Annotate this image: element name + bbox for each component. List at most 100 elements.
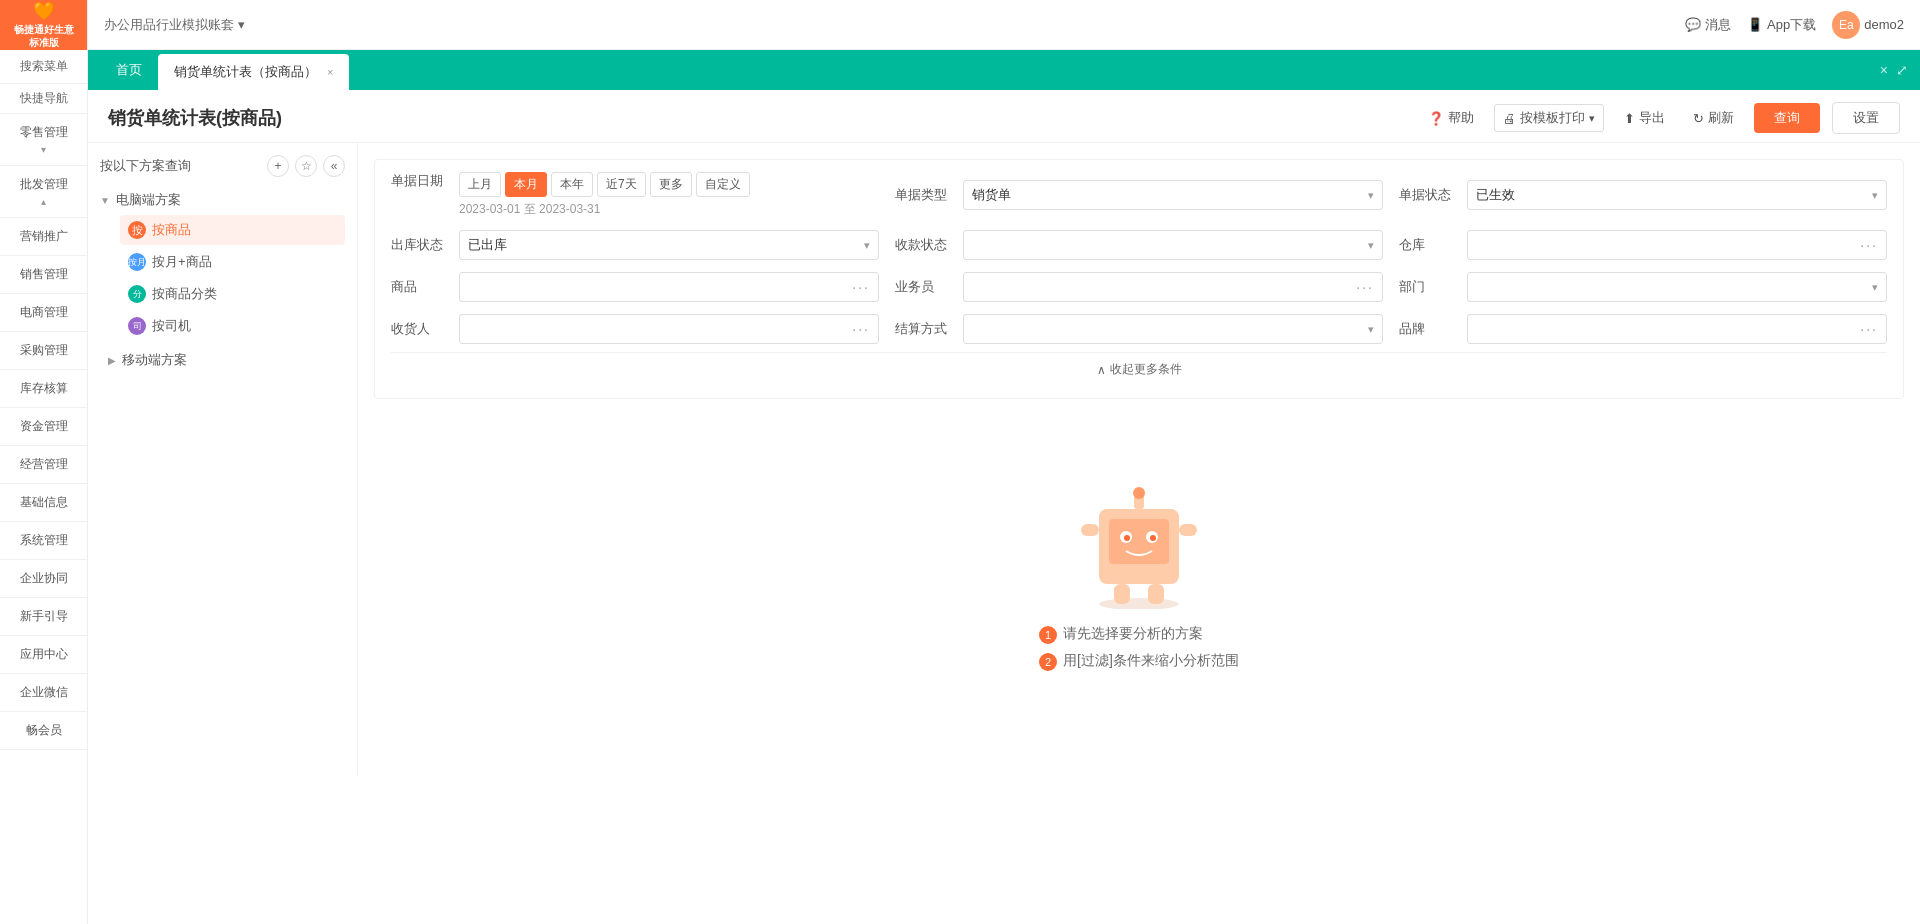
sidebar-item-marketing[interactable]: 营销推广	[0, 218, 87, 256]
child-icon-cashier: 司	[128, 317, 146, 335]
app-download-label: App下载	[1767, 16, 1816, 34]
tree-child-by-cashier[interactable]: 司 按司机	[120, 311, 345, 341]
message-action[interactable]: 💬 消息	[1685, 16, 1731, 34]
filter-brand: 品牌 ···	[1399, 314, 1887, 344]
collapse-btn[interactable]: ∧ 收起更多条件	[1097, 361, 1182, 378]
warehouse-dots: ···	[1860, 237, 1878, 253]
template-print-label: 按模板打印	[1520, 109, 1585, 127]
brand-select[interactable]: ···	[1467, 314, 1887, 344]
sidebar-item-appstore[interactable]: 应用中心	[0, 636, 87, 674]
tab-sales-stats-label: 销货单统计表（按商品）	[174, 63, 317, 81]
template-print-btn[interactable]: 🖨 按模板打印 ▾	[1494, 104, 1604, 132]
topbar-actions: 💬 消息 📱 App下载 Ea demo2	[1685, 11, 1904, 39]
sidebar-item-finance[interactable]: 资金管理	[0, 408, 87, 446]
payment-select[interactable]: ▾	[963, 314, 1383, 344]
doc-status-value: 已生效	[1476, 186, 1515, 204]
sidebar-item-purchase[interactable]: 采购管理	[0, 332, 87, 370]
child-by-month-label: 按月+商品	[152, 253, 212, 271]
tab-sales-stats[interactable]: 销货单统计表（按商品） ×	[158, 54, 349, 90]
sidebar-item-system[interactable]: 系统管理	[0, 522, 87, 560]
department-arrow: ▾	[1872, 281, 1878, 294]
member-label: 畅会员	[26, 722, 62, 739]
empty-svg	[1069, 479, 1209, 609]
sidebar-item-wechat[interactable]: 企业微信	[0, 674, 87, 712]
department-label: 部门	[1399, 278, 1459, 296]
filter-row-3: 商品 ··· 业务员 ···	[391, 272, 1887, 302]
more-btn[interactable]: 更多	[650, 172, 692, 197]
maximize-btn[interactable]: ⤢	[1896, 62, 1908, 78]
add-scheme-btn[interactable]: +	[267, 155, 289, 177]
finance-label: 资金管理	[20, 418, 68, 435]
receipt-status-label: 收款状态	[895, 236, 955, 254]
tabbar: 首页 销货单统计表（按商品） × × ⤢	[88, 50, 1920, 90]
template-print-icon: 🖨	[1503, 111, 1516, 126]
this-year-btn[interactable]: 本年	[551, 172, 593, 197]
sidebar-item-member[interactable]: 畅会员	[0, 712, 87, 750]
receipt-status-select[interactable]: ▾	[963, 230, 1383, 260]
svg-point-8	[1133, 487, 1145, 499]
filter-doc-type: 单据类型 销货单 ▾	[895, 172, 1383, 218]
salesperson-select[interactable]: ···	[963, 272, 1383, 302]
settings-btn[interactable]: 设置	[1832, 102, 1900, 134]
tree-child-by-month-product[interactable]: 按月 按月+商品	[120, 247, 345, 277]
tree-child-by-product[interactable]: 按 按商品	[120, 215, 345, 245]
collapse-label: 收起更多条件	[1110, 361, 1182, 378]
department-select[interactable]: ▾	[1467, 272, 1887, 302]
product-select[interactable]: ···	[459, 272, 879, 302]
user-name: demo2	[1864, 17, 1904, 32]
sidebar-item-retail[interactable]: 零售管理 ▾	[0, 114, 87, 166]
tree-parent-pc[interactable]: ▼ 电脑端方案	[100, 185, 345, 215]
svg-point-5	[1124, 535, 1130, 541]
svg-rect-10	[1179, 524, 1197, 536]
date-label: 单据日期	[391, 172, 451, 190]
logo-text: 畅捷通好生意	[14, 24, 74, 36]
sidebar-item-operations[interactable]: 经营管理	[0, 446, 87, 484]
doc-type-select[interactable]: 销货单 ▾	[963, 180, 1383, 210]
last-month-btn[interactable]: 上月	[459, 172, 501, 197]
sidebar-item-basics[interactable]: 基础信息	[0, 484, 87, 522]
collapse-panel-btn[interactable]: «	[323, 155, 345, 177]
sidebar-item-sales[interactable]: 销售管理	[0, 256, 87, 294]
tab-home[interactable]: 首页	[100, 50, 158, 90]
custom-btn[interactable]: 自定义	[696, 172, 750, 197]
topbar-title[interactable]: 办公用品行业模拟账套 ▾	[104, 16, 245, 34]
user-action[interactable]: Ea demo2	[1832, 11, 1904, 39]
message-icon: 💬	[1685, 17, 1701, 32]
search-menu[interactable]: 搜索菜单	[0, 50, 87, 84]
sidebar-item-ecommerce[interactable]: 电商管理	[0, 294, 87, 332]
wholesale-label: 批发管理	[20, 176, 68, 193]
last7-btn[interactable]: 近7天	[597, 172, 646, 197]
filter-consignee: 收货人 ···	[391, 314, 879, 344]
filter-date: 单据日期 上月 本月 本年 近7天 更多 自定义	[391, 172, 879, 218]
sidebar: 🧡 畅捷通好生意 标准版 搜索菜单 快捷导航 零售管理 ▾ 批发管理 ▴ 营销推…	[0, 0, 88, 924]
empty-state: 1 请先选择要分析的方案 2 用[过滤]条件来缩小分析范围	[374, 399, 1904, 759]
export-btn[interactable]: ⬆ 导出	[1616, 105, 1673, 131]
sidebar-item-enterprise[interactable]: 企业协同	[0, 560, 87, 598]
this-month-btn[interactable]: 本月	[505, 172, 547, 197]
query-btn[interactable]: 查询	[1754, 103, 1820, 133]
tab-close-btn[interactable]: ×	[327, 66, 333, 78]
sidebar-item-inventory[interactable]: 库存核算	[0, 370, 87, 408]
consignee-select[interactable]: ···	[459, 314, 879, 344]
tree-parent-pc-label: 电脑端方案	[116, 191, 181, 209]
warehouse-select[interactable]: ···	[1467, 230, 1887, 260]
date-range: 2023-03-01 至 2023-03-31	[459, 201, 879, 218]
filter-out-status: 出库状态 已出库 ▾	[391, 230, 879, 260]
help-btn[interactable]: ❓ 帮助	[1420, 105, 1482, 131]
filter-doc-status: 单据状态 已生效 ▾	[1399, 172, 1887, 218]
tree-mobile[interactable]: ▶ 移动端方案	[100, 345, 345, 375]
collapse-icon: ∧	[1097, 363, 1106, 377]
out-status-select[interactable]: 已出库 ▾	[459, 230, 879, 260]
svg-rect-9	[1081, 524, 1099, 536]
edit-scheme-btn[interactable]: ☆	[295, 155, 317, 177]
svg-point-6	[1150, 535, 1156, 541]
doc-status-select[interactable]: 已生效 ▾	[1467, 180, 1887, 210]
sidebar-item-newbie[interactable]: 新手引导	[0, 598, 87, 636]
quick-nav[interactable]: 快捷导航	[0, 84, 87, 114]
app-download-action[interactable]: 📱 App下载	[1747, 16, 1816, 34]
marketing-label: 营销推广	[20, 228, 68, 245]
minimize-btn[interactable]: ×	[1880, 62, 1888, 78]
refresh-btn[interactable]: ↻ 刷新	[1685, 105, 1742, 131]
tree-child-by-category[interactable]: 分 按商品分类	[120, 279, 345, 309]
sidebar-item-wholesale[interactable]: 批发管理 ▴	[0, 166, 87, 218]
